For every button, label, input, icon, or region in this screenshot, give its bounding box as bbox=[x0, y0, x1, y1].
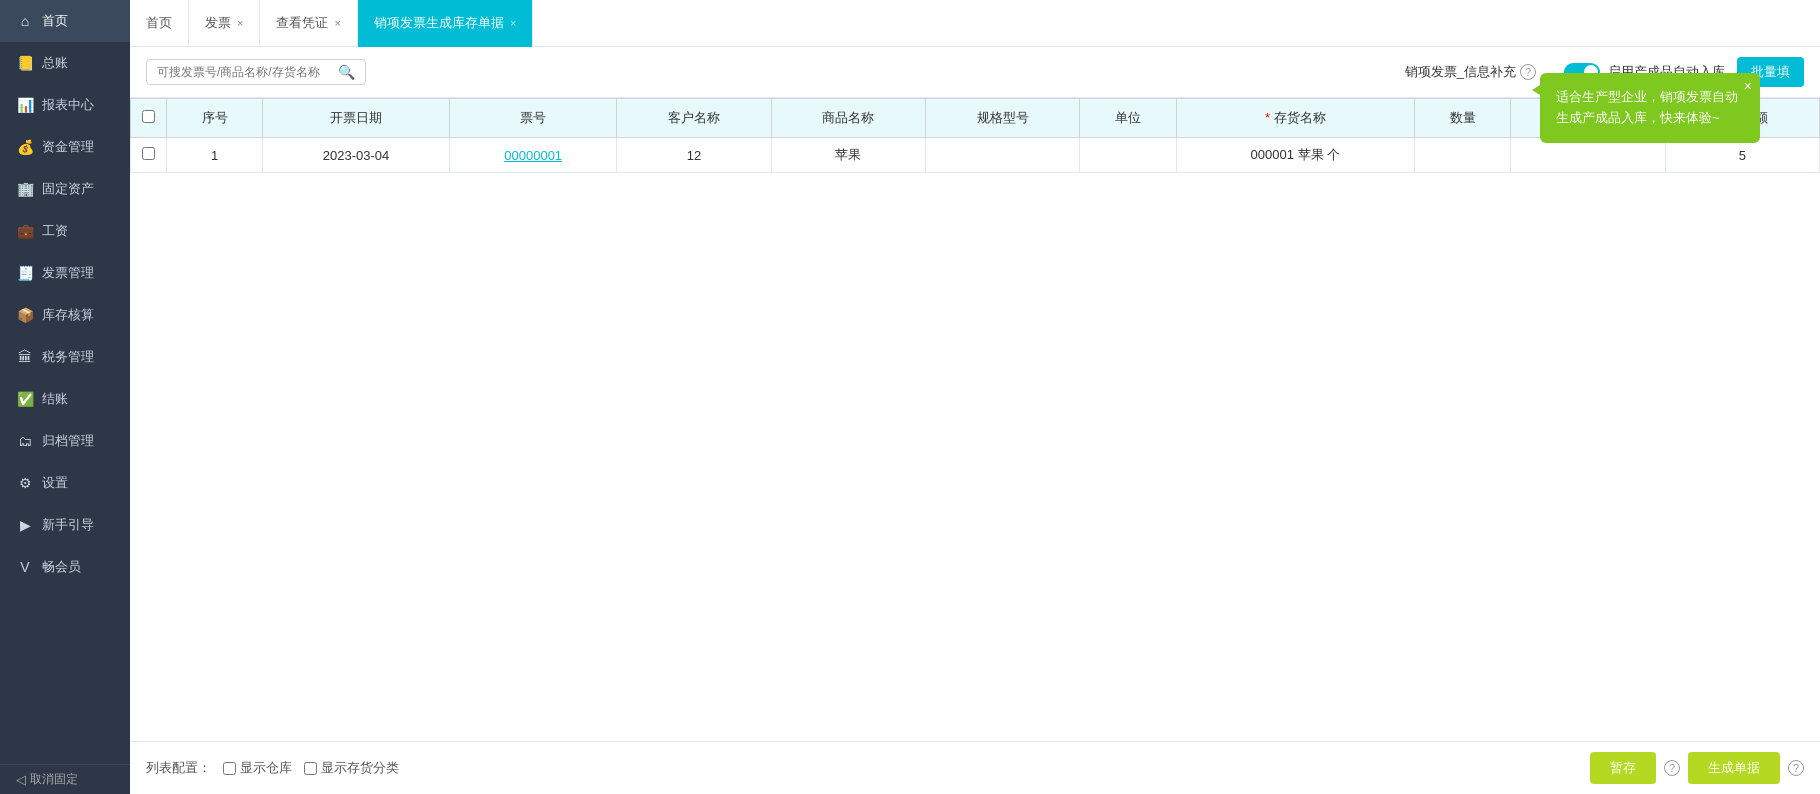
row-amount: 5 bbox=[1665, 138, 1819, 173]
tooltip-popup: × 适合生产型企业，销项发票自动生成产成品入库，快来体验~ bbox=[1540, 73, 1760, 143]
main-area: 首页 发票 × 查看凭证 × 销项发票生成库存单据 × 🔍 销项发票_信息补充 … bbox=[130, 0, 1820, 794]
toolbar: 🔍 销项发票_信息补充 ? × 适合生产型企业，销项发票自动生成产成品入库，快来… bbox=[130, 47, 1820, 98]
table-row: 1 2023-03-04 00000001 12 苹果 bbox=[131, 138, 1820, 173]
row-customer: 12 bbox=[617, 138, 771, 173]
header-number: 票号 bbox=[449, 99, 616, 138]
select-all-checkbox[interactable] bbox=[142, 110, 155, 123]
sidebar-item-inventory[interactable]: 📦 库存核算 bbox=[0, 294, 130, 336]
header-spec: 规格型号 bbox=[926, 99, 1080, 138]
tab-invoice[interactable]: 发票 × bbox=[189, 0, 260, 47]
cancel-fixed-button[interactable]: ◁ 取消固定 bbox=[0, 765, 130, 794]
tooltip-close-btn[interactable]: × bbox=[1744, 79, 1752, 93]
generate-help-icon[interactable]: ? bbox=[1788, 760, 1804, 776]
show-warehouse-input[interactable] bbox=[223, 762, 236, 775]
required-star: * bbox=[1265, 110, 1270, 125]
header-seq: 序号 bbox=[167, 99, 263, 138]
page-content: 🔍 销项发票_信息补充 ? × 适合生产型企业，销项发票自动生成产成品入库，快来… bbox=[130, 47, 1820, 794]
header-checkbox-cell bbox=[131, 99, 167, 138]
sidebar-item-fixed-assets[interactable]: 🏢 固定资产 bbox=[0, 168, 130, 210]
save-button[interactable]: 暂存 bbox=[1590, 752, 1656, 784]
header-unit: 单位 bbox=[1080, 99, 1176, 138]
header-date: 开票日期 bbox=[263, 99, 450, 138]
generate-button[interactable]: 生成单据 bbox=[1688, 752, 1780, 784]
row-verify bbox=[1511, 138, 1665, 173]
vip-icon: V bbox=[16, 559, 34, 575]
reports-icon: 📊 bbox=[16, 97, 34, 113]
bottom-actions: 暂存 ? 生成单据 ? bbox=[1590, 752, 1804, 784]
header-customer: 客户名称 bbox=[617, 99, 771, 138]
search-box[interactable]: 🔍 bbox=[146, 59, 366, 85]
header-quantity: 数量 bbox=[1415, 99, 1511, 138]
row-number[interactable]: 00000001 bbox=[449, 138, 616, 173]
table-wrap: 序号 开票日期 票号 客户名称 商品名称 bbox=[130, 98, 1820, 741]
sidebar-item-invoice-mgmt[interactable]: 🧾 发票管理 bbox=[0, 252, 130, 294]
home-icon: ⌂ bbox=[16, 13, 34, 29]
info-help-icon[interactable]: ? bbox=[1520, 64, 1536, 80]
ledger-icon: 📒 bbox=[16, 55, 34, 71]
sidebar-item-vip[interactable]: V 畅会员 bbox=[0, 546, 130, 588]
header-inventory: * 存货名称 bbox=[1176, 99, 1414, 138]
archive-icon: 🗂 bbox=[16, 433, 34, 449]
tax-icon: 🏛 bbox=[16, 349, 34, 365]
sidebar-item-payroll[interactable]: 💼 工资 bbox=[0, 210, 130, 252]
sidebar-item-guide[interactable]: ▶ 新手引导 bbox=[0, 504, 130, 546]
bottom-bar: 列表配置： 显示仓库 显示存货分类 暂存 ? 生成单据 ? bbox=[130, 741, 1820, 794]
sidebar: ⌂ 首页 📒 总账 📊 报表中心 💰 资金管理 🏢 固定资产 💼 工资 🧾 发票… bbox=[0, 0, 130, 794]
search-icon[interactable]: 🔍 bbox=[338, 64, 355, 80]
header-product: 商品名称 bbox=[771, 99, 925, 138]
sidebar-item-funds[interactable]: 💰 资金管理 bbox=[0, 126, 130, 168]
tab-home[interactable]: 首页 bbox=[130, 0, 189, 47]
cancel-pin-icon: ◁ bbox=[16, 772, 26, 787]
sidebar-item-tax[interactable]: 🏛 税务管理 bbox=[0, 336, 130, 378]
close-view-voucher-tab[interactable]: × bbox=[334, 17, 340, 29]
settlement-icon: ✅ bbox=[16, 391, 34, 407]
sidebar-item-settings[interactable]: ⚙ 设置 bbox=[0, 462, 130, 504]
search-input[interactable] bbox=[157, 65, 332, 79]
funds-icon: 💰 bbox=[16, 139, 34, 155]
toggle-area: × 适合生产型企业，销项发票自动生成产成品入库，快来体验~ 启用产成品自动入库 bbox=[1564, 63, 1725, 81]
row-spec bbox=[926, 138, 1080, 173]
inventory-icon: 📦 bbox=[16, 307, 34, 323]
show-warehouse-checkbox[interactable]: 显示仓库 bbox=[223, 759, 292, 777]
row-date: 2023-03-04 bbox=[263, 138, 450, 173]
fixed-assets-icon: 🏢 bbox=[16, 181, 34, 197]
tab-bar: 首页 发票 × 查看凭证 × 销项发票生成库存单据 × bbox=[130, 0, 1820, 47]
sidebar-item-reports[interactable]: 📊 报表中心 bbox=[0, 84, 130, 126]
settings-icon: ⚙ bbox=[16, 475, 34, 491]
guide-icon: ▶ bbox=[16, 517, 34, 533]
info-label: 销项发票_信息补充 ? bbox=[1405, 63, 1536, 81]
sidebar-item-settlement[interactable]: ✅ 结账 bbox=[0, 378, 130, 420]
close-cancel-invoice-tab[interactable]: × bbox=[510, 17, 516, 29]
sidebar-item-archive[interactable]: 🗂 归档管理 bbox=[0, 420, 130, 462]
show-category-checkbox[interactable]: 显示存货分类 bbox=[304, 759, 399, 777]
list-config-label: 列表配置： bbox=[146, 759, 211, 777]
tab-cancel-invoice[interactable]: 销项发票生成库存单据 × bbox=[358, 0, 533, 47]
sidebar-item-general-ledger[interactable]: 📒 总账 bbox=[0, 42, 130, 84]
row-checkbox[interactable] bbox=[142, 147, 155, 160]
sidebar-item-home[interactable]: ⌂ 首页 bbox=[0, 0, 130, 42]
payroll-icon: 💼 bbox=[16, 223, 34, 239]
row-seq: 1 bbox=[167, 138, 263, 173]
row-product: 苹果 bbox=[771, 138, 925, 173]
show-category-input[interactable] bbox=[304, 762, 317, 775]
tab-view-voucher[interactable]: 查看凭证 × bbox=[260, 0, 357, 47]
invoice-mgmt-icon: 🧾 bbox=[16, 265, 34, 281]
row-quantity bbox=[1415, 138, 1511, 173]
save-help-icon[interactable]: ? bbox=[1664, 760, 1680, 776]
row-unit bbox=[1080, 138, 1176, 173]
row-checkbox-cell bbox=[131, 138, 167, 173]
close-invoice-tab[interactable]: × bbox=[237, 17, 243, 29]
auto-warehouse-toggle[interactable]: × 适合生产型企业，销项发票自动生成产成品入库，快来体验~ bbox=[1564, 63, 1600, 81]
row-inventory[interactable]: 000001 苹果 个 bbox=[1176, 138, 1414, 173]
